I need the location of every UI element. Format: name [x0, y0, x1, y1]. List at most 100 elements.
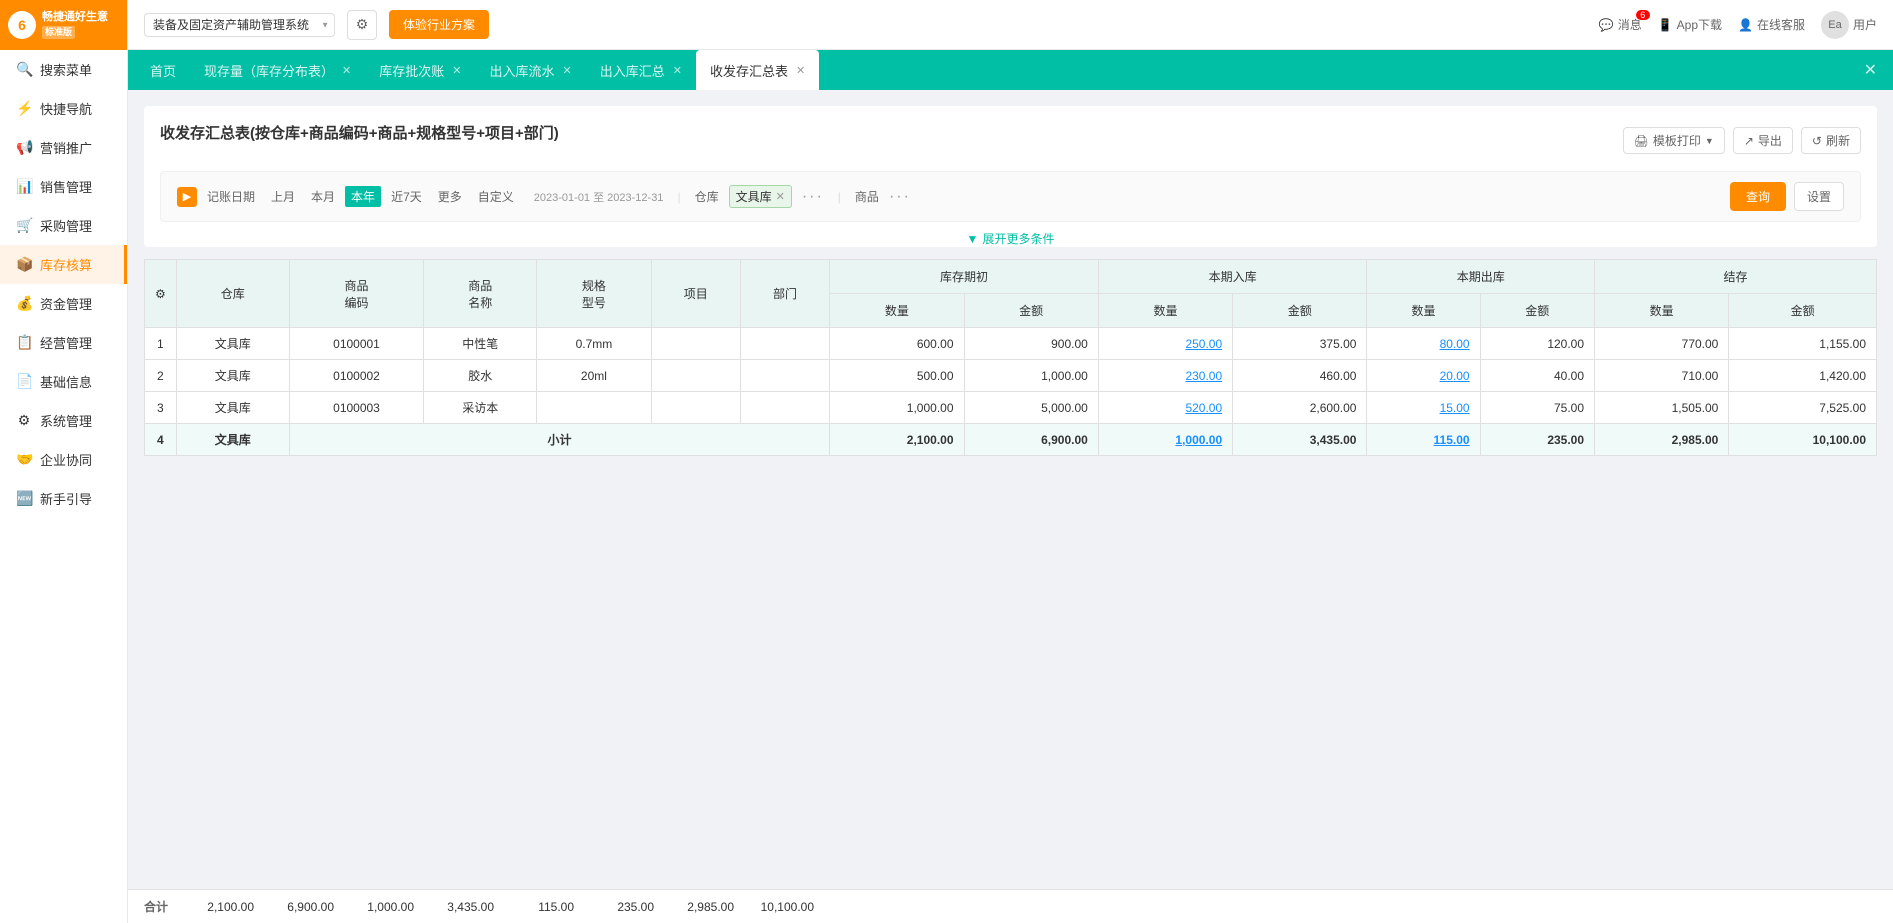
sidebar-item-finance[interactable]: 💰资金管理 [0, 284, 127, 323]
filter-settings-btn[interactable]: 设置 [1794, 182, 1844, 211]
cell-out-qty[interactable]: 15.00 [1367, 392, 1480, 424]
online-service-action[interactable]: 👤 在线客服 [1738, 16, 1805, 33]
sidebar-item-inventory[interactable]: 📦库存核算 [0, 245, 127, 284]
export-btn[interactable]: ↗ 导出 [1733, 127, 1793, 154]
cell-project [651, 392, 740, 424]
cell-open-amt: 900.00 [964, 328, 1098, 360]
date-btn-7days[interactable]: 近7天 [385, 186, 428, 207]
system-dropdown[interactable]: 装备及固定资产辅助管理系统 [144, 13, 335, 37]
cell-close-qty: 710.00 [1595, 360, 1729, 392]
cell-in-qty[interactable]: 230.00 [1098, 360, 1232, 392]
app-download-action[interactable]: 📱 App下载 [1658, 16, 1722, 33]
goods-filter-label: 商品 [855, 188, 879, 205]
cell-close-amt: 1,155.00 [1729, 328, 1877, 360]
chevron-down-icon: ▼ [967, 232, 979, 246]
filter-collapse-btn[interactable]: ▶ [177, 187, 197, 207]
cell-spec: 20ml [537, 360, 651, 392]
tab-close-icon[interactable]: ✕ [342, 64, 351, 77]
sidebar-label-inventory: 库存核算 [40, 255, 92, 274]
data-table: ⚙ 仓库 商品编码 商品名称 规格型号 项目 部门 库存期初 本期入库 本期出库… [144, 259, 1877, 456]
tabbar-close-icon[interactable]: ✕ [1856, 60, 1885, 80]
cell-out-qty[interactable]: 80.00 [1367, 328, 1480, 360]
sidebar-item-basic[interactable]: 📄基础信息 [0, 362, 127, 401]
cell-in-qty[interactable]: 250.00 [1098, 328, 1232, 360]
settings-gear-icon[interactable]: ⚙ [347, 10, 377, 40]
sidebar-item-marketing[interactable]: 📢营销推广 [0, 128, 127, 167]
sidebar-icon-operations: 📋 [16, 334, 32, 351]
topbar: 装备及固定资产辅助管理系统 ⚙ 体验行业方案 💬 消息 6 📱 App下载 👤 … [128, 0, 1893, 50]
table-row: 1 文具库 0100001 中性笔 0.7mm 600.00 900.00 25… [145, 328, 1877, 360]
sidebar-item-enterprise[interactable]: 🤝企业协同 [0, 440, 127, 479]
user-action[interactable]: Ea 用户 [1821, 11, 1877, 39]
cell-close-amt: 1,420.00 [1729, 360, 1877, 392]
table-row: 2 文具库 0100002 胶水 20ml 500.00 1,000.00 23… [145, 360, 1877, 392]
cell-dept [740, 392, 829, 424]
cell-in-amt: 2,600.00 [1233, 392, 1367, 424]
cell-close-amt: 7,525.00 [1729, 392, 1877, 424]
sidebar-icon-marketing: 📢 [16, 139, 32, 156]
subtotal-open-qty: 2,100.00 [830, 424, 964, 456]
cell-name: 胶水 [424, 360, 537, 392]
cell-in-qty[interactable]: 520.00 [1098, 392, 1232, 424]
online-service-label: 在线客服 [1757, 16, 1805, 33]
tab-库存批次账[interactable]: 库存批次账✕ [365, 50, 475, 90]
tab-出入库汇总[interactable]: 出入库汇总✕ [586, 50, 696, 90]
sidebar-item-system[interactable]: ⚙系统管理 [0, 401, 127, 440]
total-label: 合计 [144, 898, 168, 915]
tab-close-icon[interactable]: ✕ [796, 64, 805, 77]
tab-收发存汇总表[interactable]: 收发存汇总表✕ [696, 50, 819, 90]
cell-close-qty: 1,505.00 [1595, 392, 1729, 424]
sidebar-icon-search: 🔍 [16, 61, 32, 78]
date-btn-last-month[interactable]: 上月 [265, 186, 301, 207]
warehouse-tag[interactable]: 文具库 ✕ [729, 185, 792, 208]
sidebar-item-operations[interactable]: 📋 经营管理 [0, 323, 127, 362]
tab-首页[interactable]: 首页 [136, 50, 190, 90]
sidebar-item-search[interactable]: 🔍搜索菜单 [0, 50, 127, 89]
page-header-card: 收发存汇总表(按仓库+商品编码+商品+规格型号+项目+部门) 🖨 模板打印 ▼ … [144, 106, 1877, 247]
tab-close-icon[interactable]: ✕ [673, 64, 682, 77]
expand-more-btn[interactable]: ▼ 展开更多条件 [160, 230, 1861, 247]
tab-出入库流水[interactable]: 出入库流水✕ [475, 50, 585, 90]
sidebar-icon-purchase: 🛒 [16, 217, 32, 234]
th-in-amt: 金额 [1233, 294, 1367, 328]
message-badge: 6 [1636, 10, 1650, 20]
th-settings: ⚙ [145, 260, 177, 328]
warehouse-tag-close[interactable]: ✕ [776, 190, 785, 203]
tab-close-icon[interactable]: ✕ [452, 64, 461, 77]
th-open-amt: 金额 [964, 294, 1098, 328]
sidebar-item-quick[interactable]: ⚡快捷导航 [0, 89, 127, 128]
sidebar-icon-sales: 📊 [16, 178, 32, 195]
sidebar-item-purchase[interactable]: 🛒 采购管理 [0, 206, 127, 245]
sidebar-item-sales[interactable]: 📊销售管理 [0, 167, 127, 206]
experience-btn[interactable]: 体验行业方案 [389, 10, 489, 39]
subtotal-out-qty: 115.00 [1367, 424, 1480, 456]
date-btn-this-month[interactable]: 本月 [305, 186, 341, 207]
system-selector[interactable]: 装备及固定资产辅助管理系统 [144, 13, 335, 37]
sidebar-label-operations: 经营管理 [40, 333, 92, 352]
cell-dept [740, 360, 829, 392]
sidebar-item-newbie[interactable]: 🆕新手引导 [0, 479, 127, 518]
date-btn-custom[interactable]: 自定义 [472, 186, 520, 207]
cell-no: 1 [145, 328, 177, 360]
cell-in-amt: 375.00 [1233, 328, 1367, 360]
subtotal-out-amt: 235.00 [1480, 424, 1594, 456]
subtotal-close-qty: 2,985.00 [1595, 424, 1729, 456]
refresh-btn[interactable]: ↺ 刷新 [1801, 127, 1861, 154]
warehouse-filter-more[interactable]: ··· [802, 188, 824, 206]
cell-dept [740, 328, 829, 360]
cell-name: 采访本 [424, 392, 537, 424]
tab-close-icon[interactable]: ✕ [563, 64, 572, 77]
tab-现存量-库存分布表-[interactable]: 现存量（库存分布表）✕ [190, 50, 365, 90]
query-btn[interactable]: 查询 [1730, 182, 1786, 211]
date-btn-this-year[interactable]: 本年 [345, 186, 381, 207]
date-label: 记账日期 [207, 188, 255, 205]
message-action[interactable]: 💬 消息 6 [1599, 16, 1642, 33]
sidebar-label-purchase: 采购管理 [40, 216, 92, 235]
cell-out-qty[interactable]: 20.00 [1367, 360, 1480, 392]
template-print-btn[interactable]: 🖨 模板打印 ▼ [1623, 127, 1725, 154]
app-logo: 6 畅捷通好生意 标准版 [0, 0, 127, 50]
cell-in-amt: 460.00 [1233, 360, 1367, 392]
chevron-down-icon: ▼ [1705, 136, 1714, 146]
date-btn-more[interactable]: 更多 [432, 186, 468, 207]
goods-filter-more[interactable]: ··· [889, 188, 911, 206]
